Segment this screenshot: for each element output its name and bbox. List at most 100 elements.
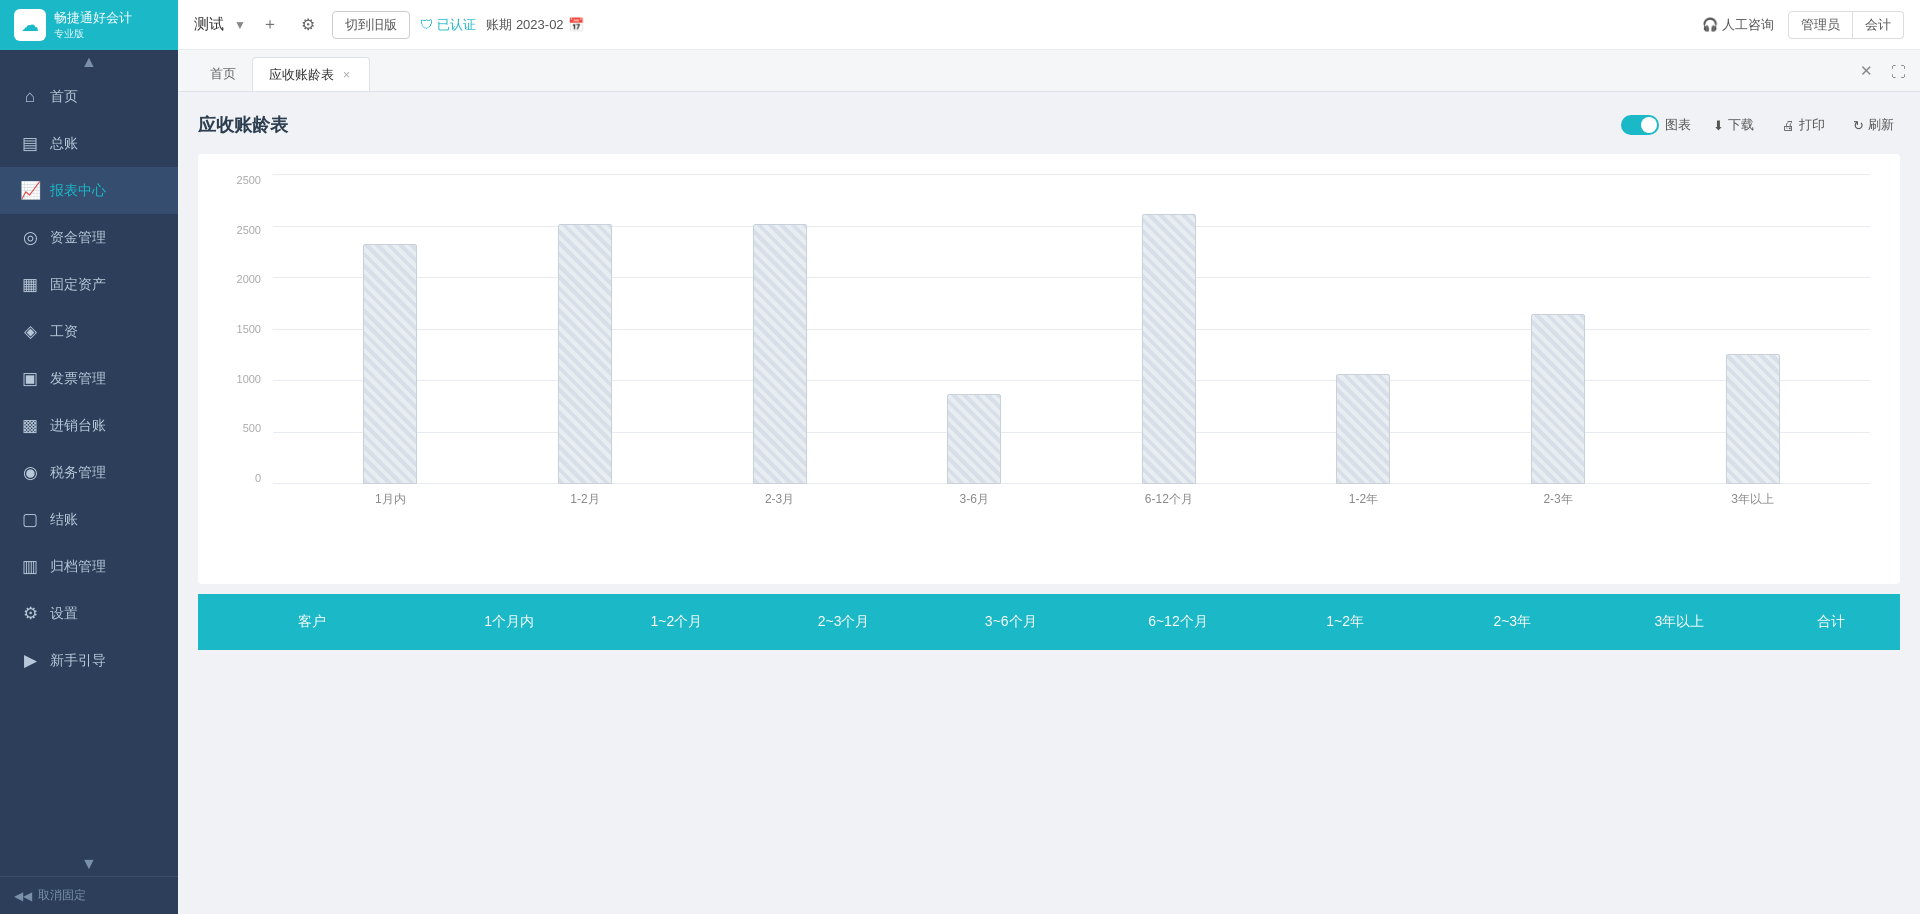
sidebar: ☁ 畅捷通好会计 专业版 ▲ ⌂ 首页 ▤ 总账 📈 报表中心 ◎ 资金管理 ▦… bbox=[0, 0, 178, 914]
sidebar-item-salary[interactable]: ◈ 工资 bbox=[0, 308, 178, 355]
cancel-fixed-label: 取消固定 bbox=[38, 887, 86, 904]
sidebar-item-reports[interactable]: 📈 报表中心 bbox=[0, 167, 178, 214]
th-2: 1~2个月 bbox=[593, 613, 760, 631]
th-9: 合计 bbox=[1763, 613, 1900, 631]
scroll-up-btn[interactable]: ▲ bbox=[0, 50, 178, 74]
x-label-2: 2-3月 bbox=[682, 484, 877, 514]
refresh-btn[interactable]: ↻ 刷新 bbox=[1847, 112, 1900, 138]
x-label-7: 3年以上 bbox=[1655, 484, 1850, 514]
y-label-1000: 1000 bbox=[228, 373, 261, 385]
th-3: 2~3个月 bbox=[760, 613, 927, 631]
tab-expand-btn[interactable]: ⛶ bbox=[1884, 57, 1912, 85]
refresh-icon: ↻ bbox=[1853, 118, 1864, 133]
x-label-1: 1-2月 bbox=[488, 484, 683, 514]
sidebar-item-tax[interactable]: ◉ 税务管理 bbox=[0, 449, 178, 496]
bar-group-6 bbox=[1461, 174, 1656, 484]
chart-toggle-switch[interactable] bbox=[1621, 115, 1659, 135]
y-label-2500b: 2500 bbox=[228, 174, 261, 186]
home-icon: ⌂ bbox=[20, 87, 40, 107]
human-consult-btn[interactable]: 🎧 人工咨询 bbox=[1702, 16, 1774, 34]
period-value: 2023-02 bbox=[516, 17, 564, 32]
bar-7 bbox=[1726, 354, 1780, 484]
workspace-settings-btn[interactable]: ⚙ bbox=[294, 11, 322, 39]
user-btn[interactable]: 管理员 bbox=[1788, 11, 1853, 39]
bar-0 bbox=[363, 244, 417, 484]
workspace-dropdown-btn[interactable]: ▼ bbox=[234, 18, 246, 32]
tab-close-btn[interactable]: × bbox=[340, 67, 353, 83]
sidebar-logo: ☁ 畅捷通好会计 专业版 bbox=[0, 0, 178, 50]
x-label-6: 2-3年 bbox=[1461, 484, 1656, 514]
inventory-icon: ▩ bbox=[20, 415, 40, 436]
sidebar-item-label: 总账 bbox=[50, 135, 78, 153]
sidebar-item-inventory[interactable]: ▩ 进销台账 bbox=[0, 402, 178, 449]
sidebar-item-archive[interactable]: ▥ 归档管理 bbox=[0, 543, 178, 590]
sidebar-item-invoice[interactable]: ▣ 发票管理 bbox=[0, 355, 178, 402]
th-8: 3年以上 bbox=[1596, 613, 1763, 631]
add-workspace-btn[interactable]: ＋ bbox=[256, 11, 284, 39]
logo-icon: ☁ bbox=[14, 9, 46, 41]
sidebar-item-closing[interactable]: ▢ 结账 bbox=[0, 496, 178, 543]
y-label-500: 500 bbox=[228, 422, 261, 434]
bar-group-7 bbox=[1655, 174, 1850, 484]
sidebar-item-home[interactable]: ⌂ 首页 bbox=[0, 74, 178, 120]
certified-label: 已认证 bbox=[437, 16, 476, 34]
sidebar-item-label: 新手引导 bbox=[50, 652, 106, 670]
tab-close-all-btn[interactable]: ✕ bbox=[1852, 57, 1880, 85]
page-title: 应收账龄表 bbox=[198, 113, 1621, 137]
sidebar-item-settings[interactable]: ⚙ 设置 bbox=[0, 590, 178, 637]
cancel-fixed-btn[interactable]: ◀◀ 取消固定 bbox=[0, 876, 178, 914]
chart-toggle-label: 图表 bbox=[1665, 116, 1691, 134]
closing-icon: ▢ bbox=[20, 509, 40, 530]
fixed-assets-icon: ▦ bbox=[20, 274, 40, 295]
th-7: 2~3年 bbox=[1429, 613, 1596, 631]
sidebar-item-fixed-assets[interactable]: ▦ 固定资产 bbox=[0, 261, 178, 308]
sidebar-item-label: 设置 bbox=[50, 605, 78, 623]
sidebar-item-funds[interactable]: ◎ 资金管理 bbox=[0, 214, 178, 261]
bar-group-4 bbox=[1072, 174, 1267, 484]
calendar-icon[interactable]: 📅 bbox=[568, 17, 584, 32]
bar-group-2 bbox=[682, 174, 877, 484]
period-display: 账期 2023-02 📅 bbox=[486, 16, 584, 34]
print-btn[interactable]: 🖨 打印 bbox=[1776, 112, 1831, 138]
app-edition: 专业版 bbox=[54, 27, 132, 40]
scroll-down-btn[interactable]: ▼ bbox=[0, 852, 178, 876]
role-btn[interactable]: 会计 bbox=[1853, 11, 1904, 39]
sidebar-item-label: 发票管理 bbox=[50, 370, 106, 388]
topbar-right: 🎧 人工咨询 管理员 会计 bbox=[1702, 11, 1904, 39]
sidebar-item-label: 首页 bbox=[50, 88, 78, 106]
x-label-4: 6-12个月 bbox=[1072, 484, 1267, 514]
sidebar-item-label: 工资 bbox=[50, 323, 78, 341]
bar-1 bbox=[558, 224, 612, 484]
x-label-5: 1-2年 bbox=[1266, 484, 1461, 514]
sidebar-item-guide[interactable]: ▶ 新手引导 bbox=[0, 637, 178, 684]
tax-icon: ◉ bbox=[20, 462, 40, 483]
app-name: 畅捷通好会计 bbox=[54, 10, 132, 27]
reports-icon: 📈 bbox=[20, 180, 40, 201]
download-icon: ⬇ bbox=[1713, 118, 1724, 133]
chart-container: 0 500 1000 1500 2000 2500 2500 bbox=[198, 154, 1900, 584]
user-role-btns: 管理员 会计 bbox=[1788, 11, 1904, 39]
invoice-icon: ▣ bbox=[20, 368, 40, 389]
workspace-title: 测试 bbox=[194, 15, 224, 34]
funds-icon: ◎ bbox=[20, 227, 40, 248]
x-label-3: 3-6月 bbox=[877, 484, 1072, 514]
tab-home[interactable]: 首页 bbox=[194, 57, 252, 91]
headset-icon: 🎧 bbox=[1702, 17, 1718, 32]
archive-icon: ▥ bbox=[20, 556, 40, 577]
page-actions: 图表 ⬇ 下载 🖨 打印 ↻ 刷新 bbox=[1621, 112, 1900, 138]
y-label-2500a: 2500 bbox=[228, 224, 261, 236]
x-labels: 1月内1-2月2-3月3-6月6-12个月1-2年2-3年3年以上 bbox=[273, 484, 1870, 514]
chart-body: 1月内1-2月2-3月3-6月6-12个月1-2年2-3年3年以上 bbox=[273, 174, 1870, 514]
tab-aging-report[interactable]: 应收账龄表 × bbox=[252, 57, 370, 91]
tab-aging-label: 应收账龄表 bbox=[269, 66, 334, 84]
sidebar-item-ledger[interactable]: ▤ 总账 bbox=[0, 120, 178, 167]
download-btn[interactable]: ⬇ 下载 bbox=[1707, 112, 1760, 138]
th-1: 1个月内 bbox=[426, 613, 593, 631]
switch-old-version-btn[interactable]: 切到旧版 bbox=[332, 11, 410, 39]
bar-6 bbox=[1531, 314, 1585, 484]
bars-area bbox=[273, 174, 1870, 484]
bar-group-5 bbox=[1266, 174, 1461, 484]
sidebar-nav: ⌂ 首页 ▤ 总账 📈 报表中心 ◎ 资金管理 ▦ 固定资产 ◈ 工资 ▣ 发票… bbox=[0, 74, 178, 852]
th-0: 客户 bbox=[198, 613, 426, 631]
bar-group-0 bbox=[293, 174, 488, 484]
